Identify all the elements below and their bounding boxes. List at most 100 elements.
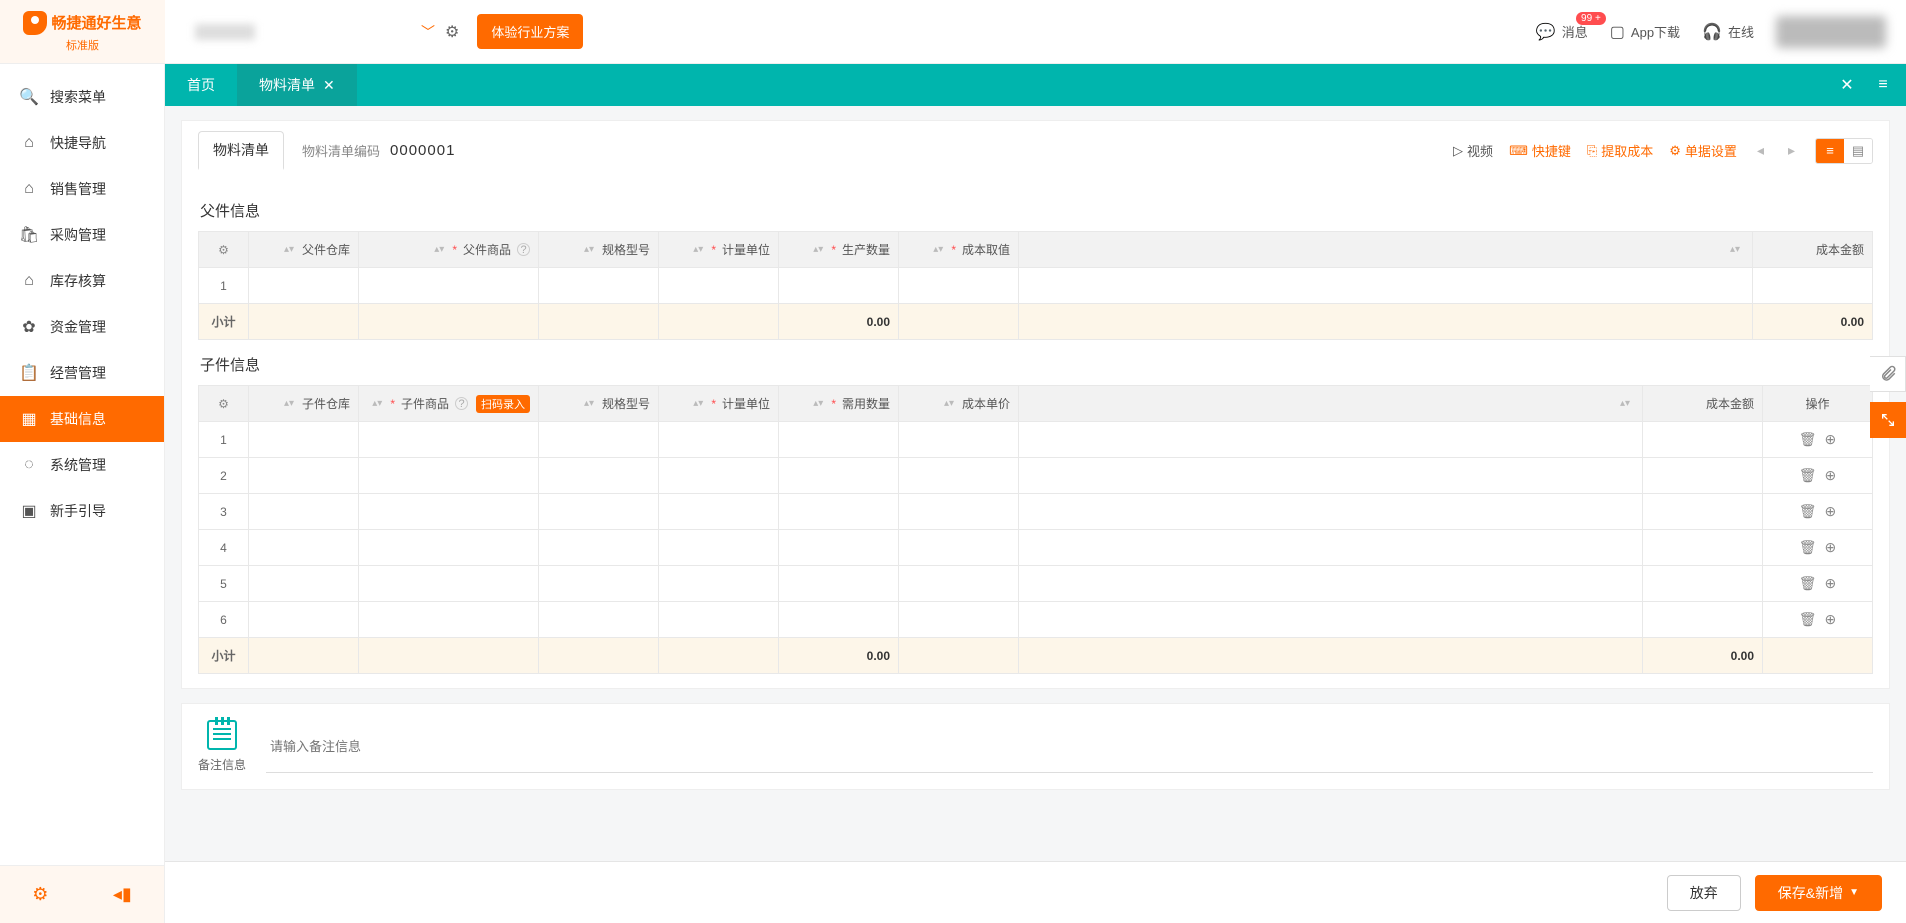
cell-product[interactable]	[359, 268, 539, 304]
cell-qty[interactable]	[779, 268, 899, 304]
tab-home[interactable]: 首页	[165, 64, 237, 106]
cell-amount[interactable]	[1643, 494, 1763, 530]
delete-row-icon[interactable]: 🗑	[1799, 575, 1817, 591]
sidebar-item-search[interactable]: 🔍搜索菜单	[0, 74, 164, 120]
table-row[interactable]: 5🗑⊕	[199, 566, 1873, 602]
cell-amount[interactable]	[1753, 268, 1873, 304]
prev-doc-icon[interactable]: ◂	[1753, 142, 1768, 159]
cell-qty[interactable]	[779, 422, 899, 458]
table-row[interactable]: 1	[199, 268, 1873, 304]
attachment-icon[interactable]	[1870, 356, 1906, 392]
extract-cost-link[interactable]: ⎘ 提取成本	[1587, 141, 1653, 160]
scan-input-chip[interactable]: 扫码录入	[476, 395, 530, 413]
sort-icon[interactable]: ▴▾	[584, 245, 594, 255]
table-settings-icon[interactable]: ⚙	[218, 243, 229, 257]
cell-unit[interactable]	[659, 530, 779, 566]
tab-bom[interactable]: 物料清单 ✕	[237, 64, 357, 106]
sort-icon[interactable]: ▴▾	[813, 399, 823, 409]
cell-spec[interactable]	[539, 602, 659, 638]
cell-product[interactable]	[359, 422, 539, 458]
cell-unitcost[interactable]	[899, 458, 1019, 494]
cell-warehouse[interactable]	[249, 458, 359, 494]
cell-warehouse[interactable]	[249, 494, 359, 530]
cell-spec[interactable]	[539, 566, 659, 602]
sidebar-item-sales[interactable]: ⌂销售管理	[0, 166, 164, 212]
cell-spec[interactable]	[539, 268, 659, 304]
cell-unit[interactable]	[659, 494, 779, 530]
cell-amount[interactable]	[1643, 530, 1763, 566]
add-row-icon[interactable]: ⊕	[1825, 431, 1837, 447]
user-avatar-masked[interactable]	[1776, 16, 1886, 48]
add-row-icon[interactable]: ⊕	[1825, 467, 1837, 483]
cell-unit[interactable]	[659, 268, 779, 304]
sort-icon[interactable]: ▴▾	[693, 245, 703, 255]
cell-unitcost[interactable]	[899, 566, 1019, 602]
cell-qty[interactable]	[779, 458, 899, 494]
delete-row-icon[interactable]: 🗑	[1799, 503, 1817, 519]
sort-icon[interactable]: ▴▾	[1730, 245, 1740, 255]
delete-row-icon[interactable]: 🗑	[1799, 431, 1817, 447]
sidebar-item-sys[interactable]: ◌系统管理	[0, 442, 164, 488]
sort-icon[interactable]: ▴▾	[434, 245, 444, 255]
discard-button[interactable]: 放弃	[1667, 875, 1741, 911]
cell-spec[interactable]	[539, 494, 659, 530]
sort-icon[interactable]: ▴▾	[944, 399, 954, 409]
sort-icon[interactable]: ▴▾	[584, 399, 594, 409]
table-row[interactable]: 3🗑⊕	[199, 494, 1873, 530]
cell-warehouse[interactable]	[249, 530, 359, 566]
video-link[interactable]: ▷ 视频	[1453, 141, 1493, 160]
cell-product[interactable]	[359, 602, 539, 638]
cell-unit[interactable]	[659, 458, 779, 494]
page-tab-bom[interactable]: 物料清单	[198, 131, 284, 170]
close-icon[interactable]: ✕	[323, 77, 335, 94]
app-download-link[interactable]: ▢ App下载	[1610, 22, 1680, 42]
cell-warehouse[interactable]	[249, 268, 359, 304]
next-doc-icon[interactable]: ▸	[1784, 142, 1799, 159]
cell-unitcost[interactable]	[899, 494, 1019, 530]
cell-product[interactable]	[359, 566, 539, 602]
add-row-icon[interactable]: ⊕	[1825, 611, 1837, 627]
sort-icon[interactable]: ▴▾	[813, 245, 823, 255]
cell-product[interactable]	[359, 530, 539, 566]
fullscreen-icon[interactable]	[1870, 402, 1906, 438]
collapse-sidebar-icon[interactable]: ◂▮	[113, 884, 132, 905]
cell-product[interactable]	[359, 458, 539, 494]
cell-amount[interactable]	[1643, 458, 1763, 494]
cell-unit[interactable]	[659, 422, 779, 458]
add-row-icon[interactable]: ⊕	[1825, 503, 1837, 519]
cell-unitcost[interactable]	[899, 422, 1019, 458]
table-row[interactable]: 4🗑⊕	[199, 530, 1873, 566]
cell-warehouse[interactable]	[249, 602, 359, 638]
table-row[interactable]: 1🗑⊕	[199, 422, 1873, 458]
help-icon[interactable]: ?	[517, 243, 530, 256]
content-scroll[interactable]: 物料清单 物料清单编码 0000001 ▷ 视频 ⌨ 快捷键	[165, 106, 1906, 923]
org-selector[interactable]: ﹀	[195, 22, 435, 42]
cell-warehouse[interactable]	[249, 566, 359, 602]
cell-spec[interactable]	[539, 422, 659, 458]
add-row-icon[interactable]: ⊕	[1825, 575, 1837, 591]
shortcut-link[interactable]: ⌨ 快捷键	[1509, 141, 1571, 160]
view-list-button[interactable]: ≡	[1816, 139, 1844, 163]
help-icon[interactable]: ?	[455, 397, 468, 410]
cell-amount[interactable]	[1643, 566, 1763, 602]
table-row[interactable]: 2🗑⊕	[199, 458, 1873, 494]
cell-amount[interactable]	[1643, 602, 1763, 638]
table-settings-icon[interactable]: ⚙	[218, 397, 229, 411]
delete-row-icon[interactable]: 🗑	[1799, 539, 1817, 555]
sidebar-item-purchase[interactable]: 🛍采购管理	[0, 212, 164, 258]
cell-unit[interactable]	[659, 602, 779, 638]
sidebar-item-fund[interactable]: ✿资金管理	[0, 304, 164, 350]
doc-settings-link[interactable]: ⚙ 单据设置	[1669, 141, 1737, 160]
cell-qty[interactable]	[779, 494, 899, 530]
sort-icon[interactable]: ▴▾	[372, 399, 382, 409]
cell-product[interactable]	[359, 494, 539, 530]
cell-qty[interactable]	[779, 566, 899, 602]
messages-link[interactable]: 💬 消息 99 +	[1536, 22, 1588, 42]
sort-icon[interactable]: ▴▾	[284, 245, 294, 255]
sidebar-item-home[interactable]: ⌂快捷导航	[0, 120, 164, 166]
save-and-new-button[interactable]: 保存&新增 ▼	[1755, 875, 1882, 911]
sort-icon[interactable]: ▴▾	[933, 245, 943, 255]
sidebar-item-biz[interactable]: 📋经营管理	[0, 350, 164, 396]
org-settings-icon[interactable]: ⚙	[445, 22, 459, 42]
delete-row-icon[interactable]: 🗑	[1799, 467, 1817, 483]
